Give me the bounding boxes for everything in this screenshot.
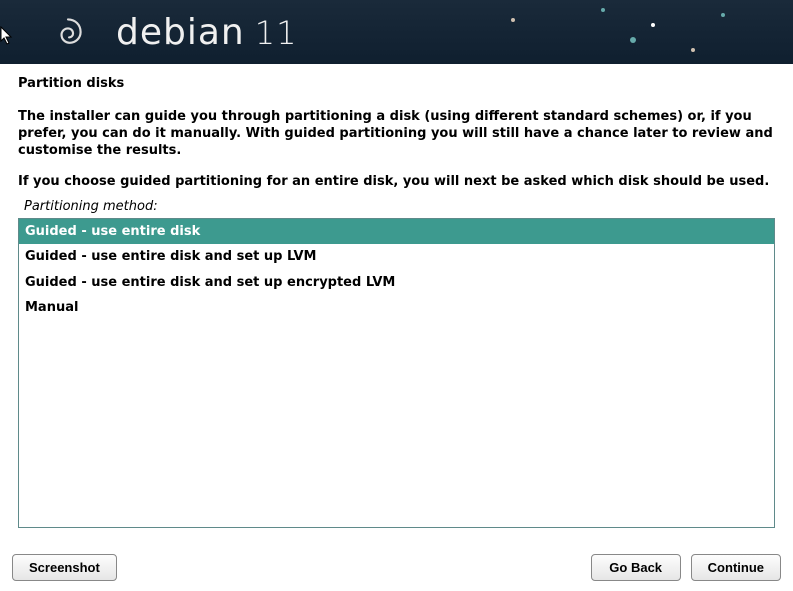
page-title: Partition disks (0, 64, 793, 99)
partitioning-method-label: Partitioning method: (24, 199, 775, 214)
partition-option[interactable]: Guided - use entire disk and set up LVM (19, 244, 774, 270)
partition-option[interactable]: Guided - use entire disk (19, 219, 774, 245)
partition-option[interactable]: Guided - use entire disk and set up encr… (19, 270, 774, 296)
continue-button[interactable]: Continue (691, 554, 781, 581)
intro-paragraph-1: The installer can guide you through part… (18, 109, 775, 160)
header-decoration-icon (493, 0, 753, 64)
brand-name: debian (116, 12, 245, 53)
intro-paragraph-2: If you choose guided partitioning for an… (18, 174, 775, 191)
screenshot-button[interactable]: Screenshot (12, 554, 117, 581)
partitioning-method-list[interactable]: Guided - use entire diskGuided - use ent… (18, 218, 775, 528)
main-content: The installer can guide you through part… (0, 109, 793, 528)
brand-text: debian 11 (116, 12, 297, 53)
header-banner: debian 11 (0, 0, 793, 64)
footer-bar: Screenshot Go Back Continue (0, 554, 793, 581)
go-back-button[interactable]: Go Back (591, 554, 681, 581)
debian-swirl-icon (50, 14, 86, 50)
partition-option[interactable]: Manual (19, 295, 774, 321)
brand-version: 11 (255, 14, 298, 52)
